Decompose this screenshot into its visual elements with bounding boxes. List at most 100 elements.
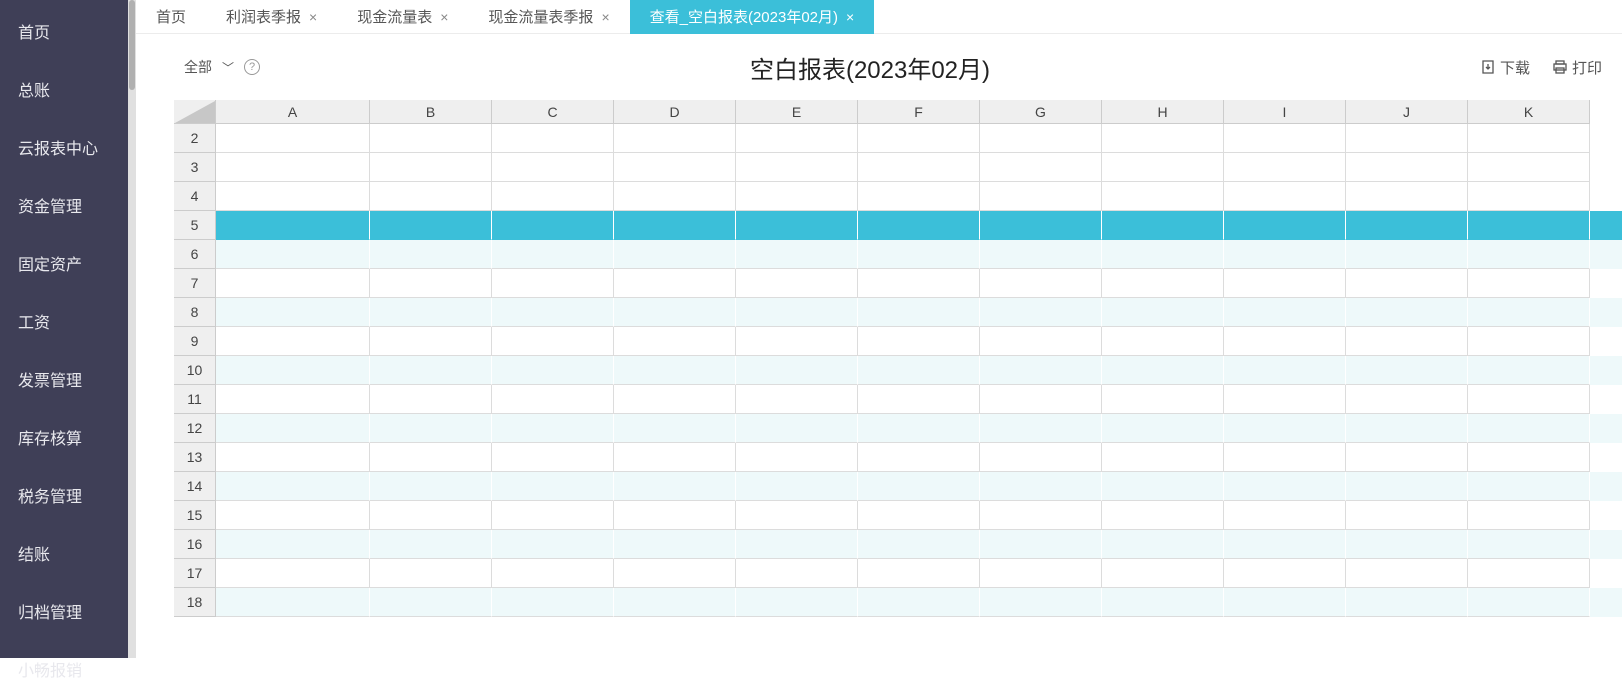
cell[interactable] xyxy=(370,501,492,530)
row-header[interactable]: 6 xyxy=(174,240,216,269)
cell[interactable] xyxy=(492,182,614,211)
cell[interactable] xyxy=(980,211,1102,240)
cell[interactable] xyxy=(614,414,736,443)
cell[interactable] xyxy=(980,588,1102,617)
cell[interactable] xyxy=(492,269,614,298)
cell[interactable] xyxy=(980,501,1102,530)
cell[interactable] xyxy=(1346,559,1468,588)
cell[interactable] xyxy=(1102,414,1224,443)
cell[interactable] xyxy=(1346,356,1468,385)
cell[interactable] xyxy=(980,385,1102,414)
cell[interactable] xyxy=(492,588,614,617)
cell[interactable] xyxy=(1224,356,1346,385)
cell[interactable] xyxy=(1346,298,1468,327)
cell[interactable] xyxy=(736,269,858,298)
cell[interactable] xyxy=(216,559,370,588)
sidebar-item-closing[interactable]: 结账 xyxy=(0,524,128,582)
cell[interactable] xyxy=(492,530,614,559)
cell[interactable] xyxy=(736,385,858,414)
cell[interactable] xyxy=(614,356,736,385)
sidebar-item-archive[interactable]: 归档管理 xyxy=(0,582,128,640)
cell[interactable] xyxy=(1102,269,1224,298)
cell[interactable] xyxy=(736,153,858,182)
cell[interactable] xyxy=(370,472,492,501)
cell[interactable] xyxy=(736,472,858,501)
column-header[interactable]: H xyxy=(1102,100,1224,124)
cell[interactable] xyxy=(736,501,858,530)
cell[interactable] xyxy=(492,414,614,443)
cell[interactable] xyxy=(1102,153,1224,182)
cell[interactable] xyxy=(1224,240,1346,269)
sidebar-item-tax[interactable]: 税务管理 xyxy=(0,466,128,524)
cell[interactable] xyxy=(492,153,614,182)
cell[interactable] xyxy=(614,385,736,414)
cell[interactable] xyxy=(1468,385,1590,414)
cell[interactable] xyxy=(370,298,492,327)
cell[interactable] xyxy=(1468,211,1590,240)
cell[interactable] xyxy=(216,501,370,530)
cell[interactable] xyxy=(1102,240,1224,269)
cell[interactable] xyxy=(492,124,614,153)
tab-cashflow-quarterly[interactable]: 现金流量表季报 × xyxy=(468,0,629,34)
cell[interactable] xyxy=(216,124,370,153)
cell[interactable] xyxy=(858,327,980,356)
cell[interactable] xyxy=(370,414,492,443)
cell[interactable] xyxy=(614,269,736,298)
column-header[interactable]: J xyxy=(1346,100,1468,124)
cell[interactable] xyxy=(1102,559,1224,588)
cell[interactable] xyxy=(736,559,858,588)
cell[interactable] xyxy=(1224,385,1346,414)
cell[interactable] xyxy=(370,443,492,472)
row-header[interactable]: 8 xyxy=(174,298,216,327)
cell[interactable] xyxy=(858,240,980,269)
cell[interactable] xyxy=(858,269,980,298)
cell[interactable] xyxy=(1102,472,1224,501)
cell[interactable] xyxy=(858,588,980,617)
cell[interactable] xyxy=(492,356,614,385)
cell[interactable] xyxy=(1224,443,1346,472)
cell[interactable] xyxy=(1468,327,1590,356)
cell[interactable] xyxy=(1224,414,1346,443)
cell[interactable] xyxy=(1346,472,1468,501)
cell[interactable] xyxy=(858,501,980,530)
cell[interactable] xyxy=(980,298,1102,327)
cell[interactable] xyxy=(1102,588,1224,617)
cell[interactable] xyxy=(492,472,614,501)
cell[interactable] xyxy=(1224,588,1346,617)
cell[interactable] xyxy=(216,211,370,240)
cell[interactable] xyxy=(1468,356,1590,385)
cell[interactable] xyxy=(614,327,736,356)
row-header[interactable]: 15 xyxy=(174,501,216,530)
column-header[interactable]: K xyxy=(1468,100,1590,124)
cell[interactable] xyxy=(980,559,1102,588)
cell[interactable] xyxy=(370,240,492,269)
cell[interactable] xyxy=(1346,385,1468,414)
cell[interactable] xyxy=(1468,153,1590,182)
cell[interactable] xyxy=(736,240,858,269)
column-header[interactable]: D xyxy=(614,100,736,124)
column-header[interactable]: E xyxy=(736,100,858,124)
cell[interactable] xyxy=(980,153,1102,182)
cell[interactable] xyxy=(614,443,736,472)
cell[interactable] xyxy=(980,472,1102,501)
cell[interactable] xyxy=(370,385,492,414)
cell[interactable] xyxy=(1224,472,1346,501)
close-icon[interactable]: × xyxy=(601,9,609,25)
row-header[interactable]: 18 xyxy=(174,588,216,617)
cell[interactable] xyxy=(492,501,614,530)
close-icon[interactable]: × xyxy=(309,9,317,25)
sidebar-item-invoice[interactable]: 发票管理 xyxy=(0,350,128,408)
cell[interactable] xyxy=(614,472,736,501)
cell[interactable] xyxy=(614,559,736,588)
cell[interactable] xyxy=(858,356,980,385)
cell[interactable] xyxy=(1468,240,1590,269)
cell[interactable] xyxy=(736,443,858,472)
close-icon[interactable]: × xyxy=(440,9,448,25)
print-button[interactable]: 打印 xyxy=(1552,57,1602,78)
cell[interactable] xyxy=(980,327,1102,356)
column-header[interactable]: F xyxy=(858,100,980,124)
row-header[interactable]: 4 xyxy=(174,182,216,211)
cell[interactable] xyxy=(1346,124,1468,153)
cell[interactable] xyxy=(614,501,736,530)
cell[interactable] xyxy=(980,182,1102,211)
